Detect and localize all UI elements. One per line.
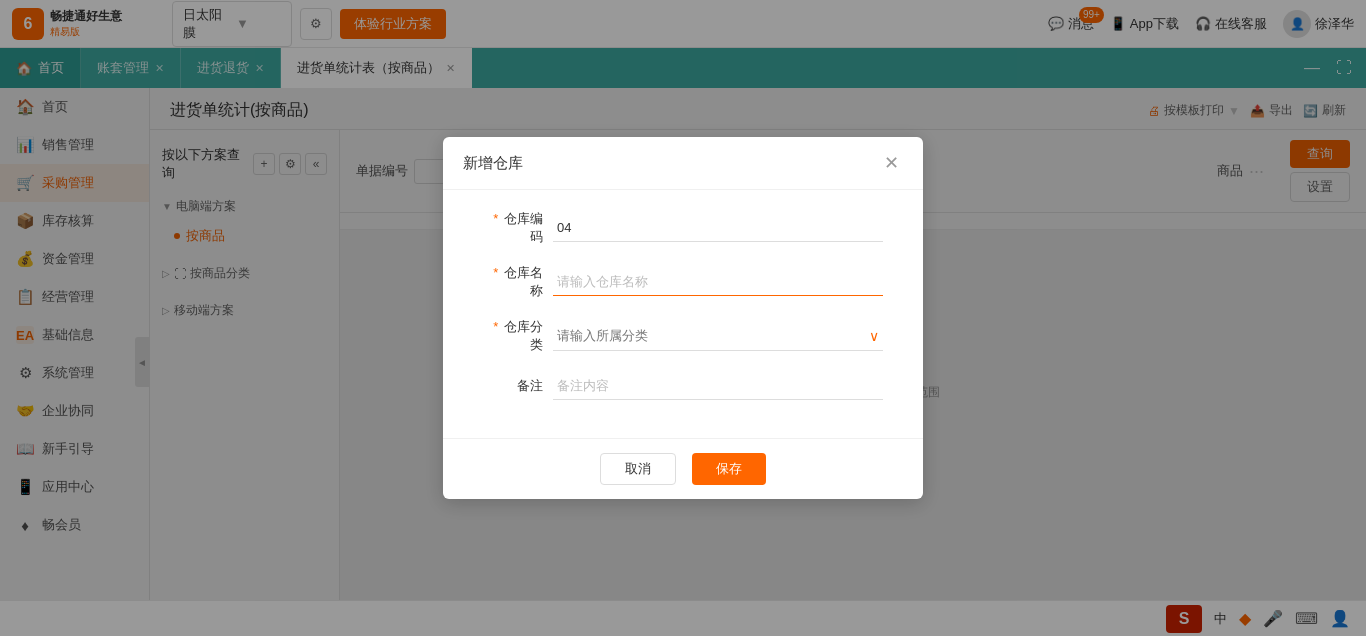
- warehouse-notes-row: 备注: [483, 372, 883, 400]
- warehouse-name-input[interactable]: [553, 268, 883, 296]
- warehouse-category-select-wrap[interactable]: ∨: [553, 322, 883, 351]
- warehouse-name-label: * 仓库名称: [483, 264, 553, 300]
- modal-close-button[interactable]: ✕: [879, 151, 903, 175]
- warehouse-category-row: * 仓库分类 ∨: [483, 318, 883, 354]
- cancel-button[interactable]: 取消: [600, 453, 676, 485]
- modal-header: 新增仓库 ✕: [443, 137, 923, 190]
- modal-footer: 取消 保存: [443, 438, 923, 499]
- category-dropdown-arrow: ∨: [869, 328, 879, 344]
- modal-body: * 仓库编码 * 仓库名称 * 仓库分类: [443, 190, 923, 438]
- warehouse-notes-input[interactable]: [553, 372, 883, 400]
- warehouse-notes-label: 备注: [483, 377, 553, 395]
- save-button[interactable]: 保存: [692, 453, 766, 485]
- add-warehouse-modal: 新增仓库 ✕ * 仓库编码 * 仓库名称: [443, 137, 923, 499]
- modal-overlay: 新增仓库 ✕ * 仓库编码 * 仓库名称: [0, 0, 1366, 636]
- warehouse-name-row: * 仓库名称: [483, 264, 883, 300]
- warehouse-code-label: * 仓库编码: [483, 210, 553, 246]
- warehouse-code-input[interactable]: [553, 214, 883, 242]
- warehouse-category-label: * 仓库分类: [483, 318, 553, 354]
- modal-title: 新增仓库: [463, 154, 879, 173]
- warehouse-category-input[interactable]: [557, 328, 869, 343]
- warehouse-code-row: * 仓库编码: [483, 210, 883, 246]
